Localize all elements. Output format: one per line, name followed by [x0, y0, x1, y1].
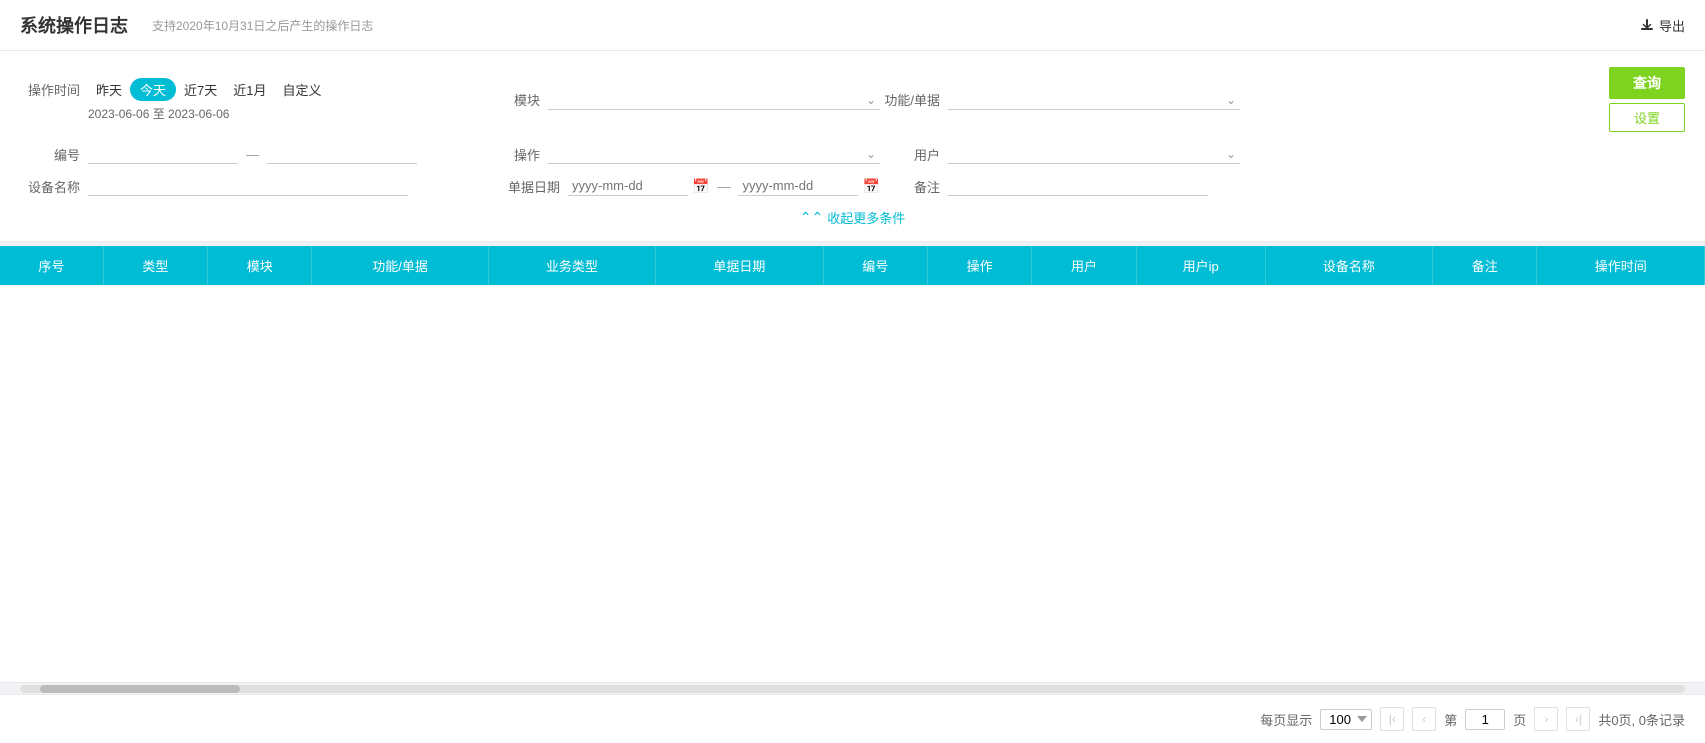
time-filter-options: 昨天 今天 近7天 近1月 自定义 2023-06-06 至 2023-06-0…	[88, 78, 330, 122]
col-user: 用户	[1032, 246, 1136, 285]
scrollbar-thumb[interactable]	[40, 685, 240, 693]
device-filter-col: 设备名称	[20, 176, 500, 196]
per-page-label: 每页显示	[1260, 710, 1312, 729]
serial-label: 编号	[20, 145, 80, 164]
col-serial: 编号	[823, 246, 927, 285]
remark-input[interactable]	[948, 176, 1208, 196]
user-dropdown[interactable]: ⌄	[948, 144, 1240, 164]
function-filter-col: 功能/单据 ⌄	[880, 90, 1240, 110]
pagination-area: 每页显示 100 20 50 200 |‹ ‹ 第 1 页 › ›| 共0页, …	[0, 694, 1705, 743]
col-seq: 序号	[0, 246, 103, 285]
device-input[interactable]	[88, 176, 408, 196]
device-label: 设备名称	[20, 177, 80, 196]
serial-input-start[interactable]	[88, 144, 238, 164]
export-button[interactable]: 导出	[1639, 16, 1685, 35]
user-input[interactable]	[948, 144, 1240, 164]
col-doc-date: 单据日期	[656, 246, 823, 285]
next-page-button[interactable]: ›	[1534, 707, 1558, 731]
settings-button[interactable]: 设置	[1609, 103, 1685, 132]
time-range-display: 2023-06-06 至 2023-06-06	[88, 105, 330, 122]
user-filter-col: 用户 ⌄	[880, 144, 1240, 164]
operation-dropdown[interactable]: ⌄	[548, 144, 880, 164]
module-input[interactable]	[548, 90, 880, 110]
table-header-row: 序号 类型 模块 功能/单据 业务类型 单据日期 编号 操作 用户 用户ip 设…	[0, 246, 1705, 285]
time-label: 操作时间	[20, 80, 80, 99]
first-page-button[interactable]: |‹	[1380, 707, 1404, 731]
col-type: 类型	[103, 246, 207, 285]
doc-date-dash: —	[717, 179, 730, 194]
remark-label: 备注	[880, 177, 940, 196]
function-dropdown[interactable]: ⌄	[948, 90, 1240, 110]
doc-date-start-wrapper: 📅	[568, 176, 709, 196]
collapse-label: 收起更多条件	[827, 208, 905, 227]
scrollbar-track	[20, 685, 1685, 693]
prev-page-button[interactable]: ‹	[1412, 707, 1436, 731]
module-filter-col: 模块 ⌄	[500, 90, 880, 110]
page-subtitle: 支持2020年10月31日之后产生的操作日志	[152, 17, 373, 34]
time-btn-yesterday[interactable]: 昨天	[88, 78, 130, 101]
current-page-input[interactable]: 1	[1465, 709, 1505, 730]
filter-row-2: 编号 — 操作 ⌄ 用户 ⌄	[20, 144, 1685, 164]
filter-row-3: 设备名称 单据日期 📅 — 📅 备注	[20, 176, 1685, 196]
function-label: 功能/单据	[880, 90, 940, 109]
page-size-select[interactable]: 100 20 50 200	[1320, 709, 1372, 730]
col-biz-type: 业务类型	[488, 246, 655, 285]
col-remark: 备注	[1433, 246, 1537, 285]
operation-label: 操作	[500, 145, 540, 164]
operation-filter-col: 操作 ⌄	[500, 144, 880, 164]
col-module: 模块	[208, 246, 312, 285]
action-buttons: 查询 设置	[1609, 67, 1685, 132]
collapse-button[interactable]: ⌃⌃ 收起更多条件	[800, 208, 905, 227]
table-area: 序号 类型 模块 功能/单据 业务类型 单据日期 编号 操作 用户 用户ip 设…	[0, 246, 1705, 484]
time-buttons-row: 昨天 今天 近7天 近1月 自定义	[88, 78, 330, 101]
time-btn-custom[interactable]: 自定义	[275, 78, 330, 101]
col-operation: 操作	[927, 246, 1031, 285]
filter-area: 操作时间 昨天 今天 近7天 近1月 自定义 2023-06-06 至 2023…	[0, 51, 1705, 242]
doc-date-start-input[interactable]	[568, 176, 688, 196]
collapse-chevron-icon: ⌃⌃	[800, 209, 823, 226]
collapse-row: ⌃⌃ 收起更多条件	[20, 208, 1685, 227]
module-label: 模块	[500, 90, 540, 109]
page-title: 系统操作日志	[20, 12, 128, 38]
module-dropdown[interactable]: ⌄	[548, 90, 880, 110]
doc-date-end-input[interactable]	[738, 176, 858, 196]
filter-row-1: 操作时间 昨天 今天 近7天 近1月 自定义 2023-06-06 至 2023…	[20, 67, 1685, 132]
total-info: 共0页, 0条记录	[1598, 710, 1685, 729]
doc-date-end-wrapper: 📅	[738, 176, 879, 196]
page-unit: 页	[1513, 710, 1526, 729]
calendar-start-icon[interactable]: 📅	[692, 178, 709, 195]
serial-filter-col: 编号 —	[20, 144, 500, 164]
page-header: 系统操作日志 支持2020年10月31日之后产生的操作日志 导出	[0, 0, 1705, 51]
user-label: 用户	[880, 145, 940, 164]
empty-area	[0, 484, 1705, 683]
doc-date-label: 单据日期	[500, 177, 560, 196]
page-container: 系统操作日志 支持2020年10月31日之后产生的操作日志 导出 操作时间 昨天…	[0, 0, 1705, 743]
serial-input-end[interactable]	[267, 144, 417, 164]
data-table: 序号 类型 模块 功能/单据 业务类型 单据日期 编号 操作 用户 用户ip 设…	[0, 246, 1705, 285]
time-btn-1month[interactable]: 近1月	[225, 78, 274, 101]
function-input[interactable]	[948, 90, 1240, 110]
export-label: 导出	[1659, 16, 1685, 35]
table-header: 序号 类型 模块 功能/单据 业务类型 单据日期 编号 操作 用户 用户ip 设…	[0, 246, 1705, 285]
col-op-time: 操作时间	[1537, 246, 1705, 285]
calendar-end-icon[interactable]: 📅	[862, 178, 879, 195]
doc-date-filter-col: 单据日期 📅 — 📅	[500, 176, 880, 196]
query-button[interactable]: 查询	[1609, 67, 1685, 99]
page-word: 第	[1444, 710, 1457, 729]
col-user-ip: 用户ip	[1136, 246, 1265, 285]
operation-input[interactable]	[548, 144, 880, 164]
col-function: 功能/单据	[312, 246, 488, 285]
time-btn-today[interactable]: 今天	[130, 78, 176, 101]
time-filter-col: 操作时间 昨天 今天 近7天 近1月 自定义 2023-06-06 至 2023…	[20, 78, 500, 122]
time-btn-7days[interactable]: 近7天	[176, 78, 225, 101]
export-icon	[1639, 17, 1655, 33]
remark-filter-col: 备注	[880, 176, 1240, 196]
serial-range-dash: —	[246, 147, 259, 162]
last-page-button[interactable]: ›|	[1566, 707, 1590, 731]
scrollbar-area[interactable]	[0, 682, 1705, 694]
col-device: 设备名称	[1265, 246, 1432, 285]
